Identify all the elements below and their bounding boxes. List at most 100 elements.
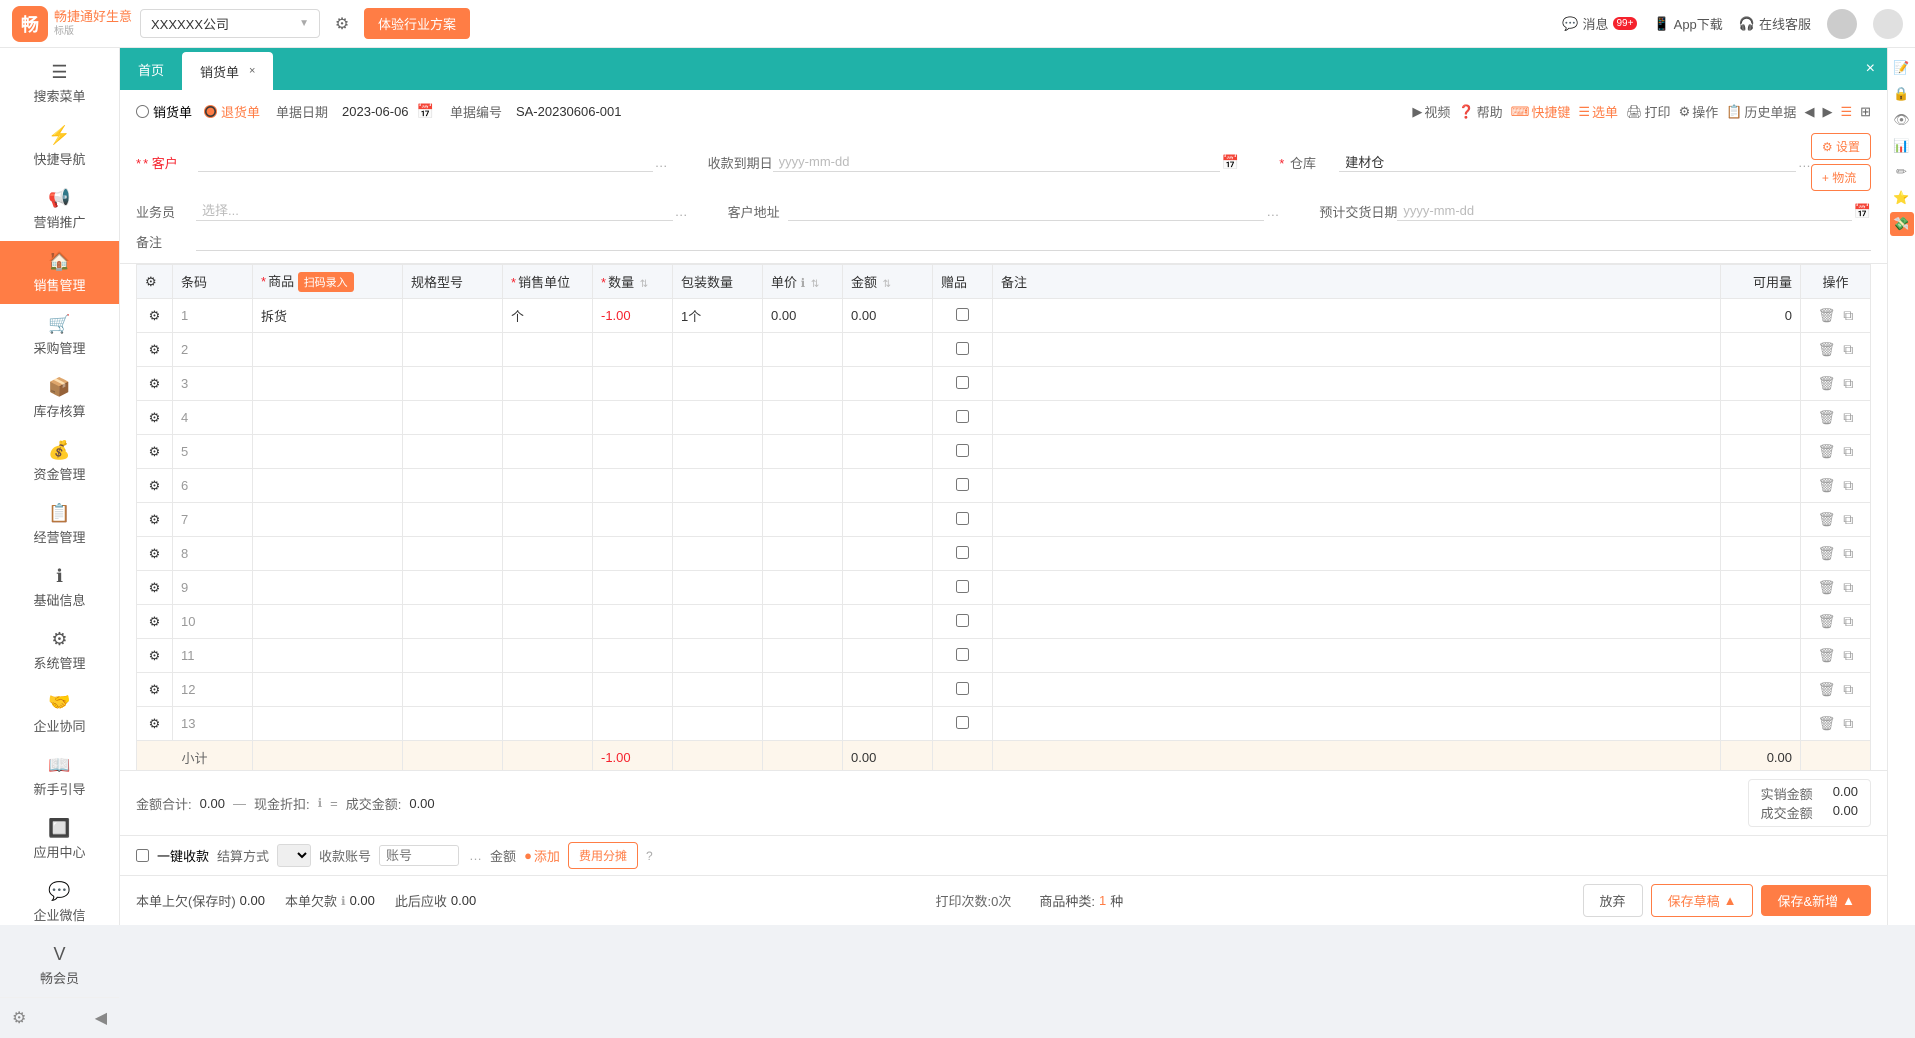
float-btn-1[interactable]: 📝: [1890, 56, 1914, 80]
row-delete-11[interactable]: 🗑: [1816, 645, 1838, 666]
note-input[interactable]: [196, 231, 1871, 251]
row-gear-7[interactable]: ⚙: [137, 503, 173, 537]
tab-home[interactable]: 首页: [120, 48, 182, 90]
row-copy-3[interactable]: ⧉: [1841, 373, 1855, 394]
row-delete-10[interactable]: 🗑: [1816, 611, 1838, 632]
salesperson-ellipsis-icon[interactable]: …: [675, 204, 688, 219]
row-gear-6[interactable]: ⚙: [137, 469, 173, 503]
select-btn[interactable]: ☰ 选单: [1578, 102, 1618, 121]
row-delete-12[interactable]: 🗑: [1816, 679, 1838, 700]
sidebar-item-10[interactable]: 🤝企业协同: [0, 682, 119, 745]
warehouse-ellipsis-icon[interactable]: …: [1798, 155, 1811, 170]
save-draft-button[interactable]: 保存草稿 ▲: [1651, 884, 1754, 917]
row-gear-9[interactable]: ⚙: [137, 571, 173, 605]
sidebar-item-3[interactable]: 🏠销售管理: [0, 241, 119, 304]
row-gear-10[interactable]: ⚙: [137, 605, 173, 639]
tab-close-icon[interactable]: ×: [249, 65, 255, 77]
row-copy-11[interactable]: ⧉: [1841, 645, 1855, 666]
row-gear-8[interactable]: ⚙: [137, 537, 173, 571]
salesperson-input[interactable]: [196, 201, 673, 221]
row-copy-7[interactable]: ⧉: [1841, 509, 1855, 530]
col-gear-header[interactable]: ⚙: [137, 265, 173, 299]
row-gear-5[interactable]: ⚙: [137, 435, 173, 469]
float-btn-3[interactable]: 👁: [1890, 108, 1914, 132]
row-copy-9[interactable]: ⧉: [1841, 577, 1855, 598]
row-gear-2[interactable]: ⚙: [137, 333, 173, 367]
app-download-button[interactable]: 📱 App下载: [1653, 14, 1722, 33]
sidebar-item-8[interactable]: ℹ基础信息: [0, 556, 119, 619]
company-selector[interactable]: XXXXXX公司 ▼: [140, 9, 320, 38]
sidebar-item-2[interactable]: 📢营销推广: [0, 178, 119, 241]
expense-split-button[interactable]: 费用分摊: [568, 842, 638, 869]
float-btn-6[interactable]: ⭐: [1890, 186, 1914, 210]
row-delete-7[interactable]: 🗑: [1816, 509, 1838, 530]
message-button[interactable]: 💬 消息 99+: [1562, 14, 1637, 33]
row-delete-4[interactable]: 🗑: [1816, 407, 1838, 428]
row-gear-1[interactable]: ⚙: [137, 299, 173, 333]
row-gear-12[interactable]: ⚙: [137, 673, 173, 707]
row-delete-2[interactable]: 🗑: [1816, 339, 1838, 360]
amount-sort-icon[interactable]: ⇅: [883, 279, 891, 290]
customer-ellipsis-icon[interactable]: …: [655, 155, 668, 170]
price-info-icon[interactable]: ℹ: [801, 276, 806, 290]
logistics-button[interactable]: + 物流: [1811, 164, 1871, 191]
price-sort-icon[interactable]: ⇅: [811, 279, 819, 290]
address-ellipsis-icon[interactable]: …: [1266, 204, 1279, 219]
row-delete-1[interactable]: 🗑: [1816, 305, 1838, 326]
calc-method-select[interactable]: [277, 844, 311, 867]
total-owe-info-icon[interactable]: ℹ: [341, 894, 346, 908]
sidebar-item-12[interactable]: 🔲应用中心: [0, 808, 119, 871]
account-ellipsis-icon[interactable]: …: [469, 848, 482, 863]
account-input[interactable]: [379, 845, 459, 866]
qty-sort-icon[interactable]: ⇅: [640, 279, 648, 290]
help-btn[interactable]: ❓ 帮助: [1458, 102, 1502, 121]
row-copy-2[interactable]: ⧉: [1841, 339, 1855, 360]
customer-input[interactable]: [198, 152, 653, 172]
float-btn-5[interactable]: ✏: [1890, 160, 1914, 184]
expense-help-icon[interactable]: ?: [646, 849, 653, 863]
online-service-button[interactable]: 🎧 在线客服: [1739, 14, 1811, 33]
tab-sales-order[interactable]: 销货单 ×: [182, 52, 273, 90]
print-btn[interactable]: 🖨 打印: [1626, 102, 1671, 121]
history-btn[interactable]: 📋 历史单据: [1726, 102, 1796, 121]
row-delete-5[interactable]: 🗑: [1816, 441, 1838, 462]
shortcut-btn[interactable]: ⌨ 快捷键: [1511, 102, 1571, 121]
sidebar-item-9[interactable]: ⚙系统管理: [0, 619, 119, 682]
row-delete-9[interactable]: 🗑: [1816, 577, 1838, 598]
sidebar-item-7[interactable]: 📋经营管理: [0, 493, 119, 556]
sidebar-item-4[interactable]: 🛒采购管理: [0, 304, 119, 367]
list-view-icon[interactable]: ☰: [1840, 104, 1852, 120]
collapse-icon[interactable]: ◀: [95, 1008, 107, 1028]
row-gear-11[interactable]: ⚙: [137, 639, 173, 673]
row-gear-13[interactable]: ⚙: [137, 707, 173, 741]
row-copy-4[interactable]: ⧉: [1841, 407, 1855, 428]
video-btn[interactable]: ▶ 视频: [1412, 102, 1450, 121]
customer-address-input[interactable]: [788, 201, 1265, 221]
prev-record-icon[interactable]: ◀: [1804, 104, 1814, 120]
radio-return[interactable]: 退货单: [204, 102, 260, 121]
radio-sales[interactable]: 销货单: [136, 102, 192, 121]
row-delete-13[interactable]: 🗑: [1816, 713, 1838, 734]
close-window-icon[interactable]: ×: [1866, 60, 1875, 77]
row-delete-6[interactable]: 🗑: [1816, 475, 1838, 496]
row-copy-13[interactable]: ⧉: [1841, 713, 1855, 734]
scan-button[interactable]: 扫码录入: [298, 272, 354, 292]
float-btn-2[interactable]: 🔒: [1890, 82, 1914, 106]
warehouse-input[interactable]: [1339, 152, 1796, 172]
save-new-button[interactable]: 保存&新增 ▲: [1761, 885, 1871, 916]
float-btn-4[interactable]: 📊: [1890, 134, 1914, 158]
sidebar-item-1[interactable]: ⚡快捷导航: [0, 115, 119, 178]
experience-button[interactable]: 体验行业方案: [364, 8, 470, 39]
next-record-icon[interactable]: ▶: [1822, 104, 1832, 120]
abandon-button[interactable]: 放弃: [1583, 884, 1643, 917]
sidebar-item-0[interactable]: ☰搜索菜单: [0, 52, 119, 115]
sidebar-item-5[interactable]: 📦库存核算: [0, 367, 119, 430]
row-delete-8[interactable]: 🗑: [1816, 543, 1838, 564]
row-copy-10[interactable]: ⧉: [1841, 611, 1855, 632]
grid-view-icon[interactable]: ⊞: [1860, 104, 1871, 120]
row-gear-3[interactable]: ⚙: [137, 367, 173, 401]
row-copy-1[interactable]: ⧉: [1841, 305, 1855, 326]
payment-due-input[interactable]: [773, 152, 1220, 172]
float-btn-7[interactable]: 💸: [1890, 212, 1914, 236]
row-copy-5[interactable]: ⧉: [1841, 441, 1855, 462]
